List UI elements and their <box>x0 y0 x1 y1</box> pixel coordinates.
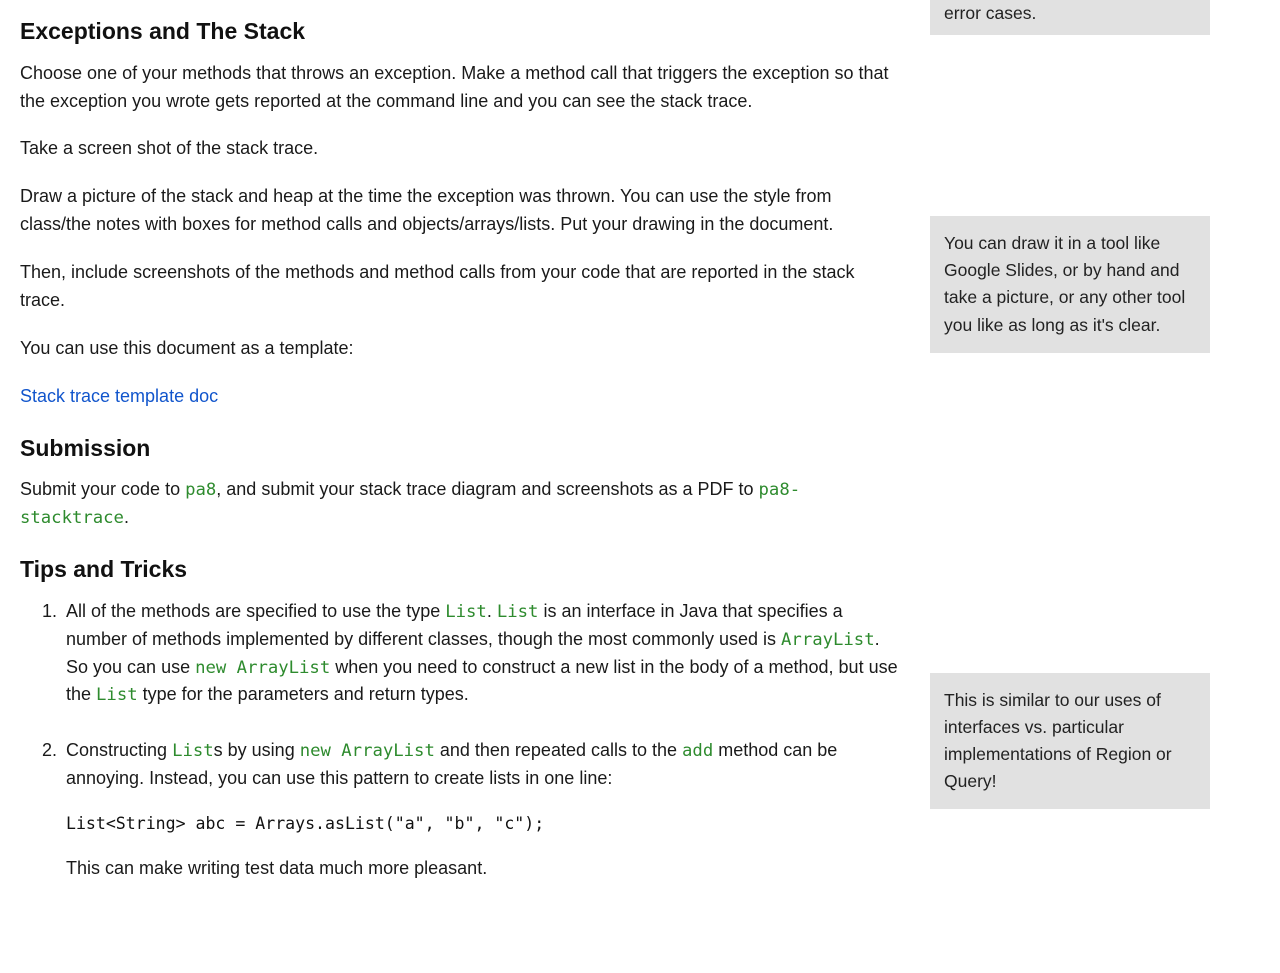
heading-tips: Tips and Tricks <box>20 552 900 588</box>
para-submission: Submit your code to pa8, and submit your… <box>20 476 900 532</box>
main-content: Exceptions and The Stack Choose one of y… <box>20 0 930 973</box>
side-note-drawing-tools: You can draw it in a tool like Google Sl… <box>930 216 1210 353</box>
para-exceptions-5: You can use this document as a template: <box>20 335 900 363</box>
para-exceptions-2: Take a screen shot of the stack trace. <box>20 135 900 163</box>
code-new-arraylist-2: new ArrayList <box>300 741 435 761</box>
code-block-arrays-aslist: List<String> abc = Arrays.asList("a", "b… <box>66 811 900 837</box>
text-fragment: This can make writing test data much mor… <box>66 855 900 883</box>
para-exceptions-3: Draw a picture of the stack and heap at … <box>20 183 900 239</box>
side-note-interfaces: This is similar to our uses of interface… <box>930 673 1210 810</box>
text-fragment: and then repeated calls to the <box>435 740 682 760</box>
code-new-arraylist: new ArrayList <box>195 658 330 678</box>
para-exceptions-4: Then, include screenshots of the methods… <box>20 259 900 315</box>
text-fragment: , and submit your stack trace diagram an… <box>216 479 758 499</box>
text-fragment: . <box>124 507 129 527</box>
code-arraylist: ArrayList <box>781 630 875 650</box>
tip-item-2: Constructing Lists by using new ArrayLis… <box>62 737 900 882</box>
text-fragment: All of the methods are specified to use … <box>66 601 445 621</box>
text-fragment: s by using <box>214 740 300 760</box>
text-fragment: type for the parameters and return types… <box>138 684 469 704</box>
code-pa8: pa8 <box>185 480 216 500</box>
code-add: add <box>682 741 713 761</box>
code-list-4: List <box>172 741 214 761</box>
code-list: List <box>445 602 487 622</box>
heading-submission: Submission <box>20 431 900 467</box>
code-list-3: List <box>96 685 138 705</box>
sidebar: error cases. You can draw it in a tool l… <box>930 0 1210 973</box>
tip-item-1: All of the methods are specified to use … <box>62 598 900 710</box>
side-note-error-cases: error cases. <box>930 0 1210 35</box>
text-fragment: . <box>487 601 497 621</box>
para-exceptions-1: Choose one of your methods that throws a… <box>20 60 900 116</box>
text-fragment: Constructing <box>66 740 172 760</box>
stack-trace-template-link[interactable]: Stack trace template doc <box>20 386 218 406</box>
heading-exceptions: Exceptions and The Stack <box>20 14 900 50</box>
code-list-2: List <box>497 602 539 622</box>
text-fragment: Submit your code to <box>20 479 185 499</box>
